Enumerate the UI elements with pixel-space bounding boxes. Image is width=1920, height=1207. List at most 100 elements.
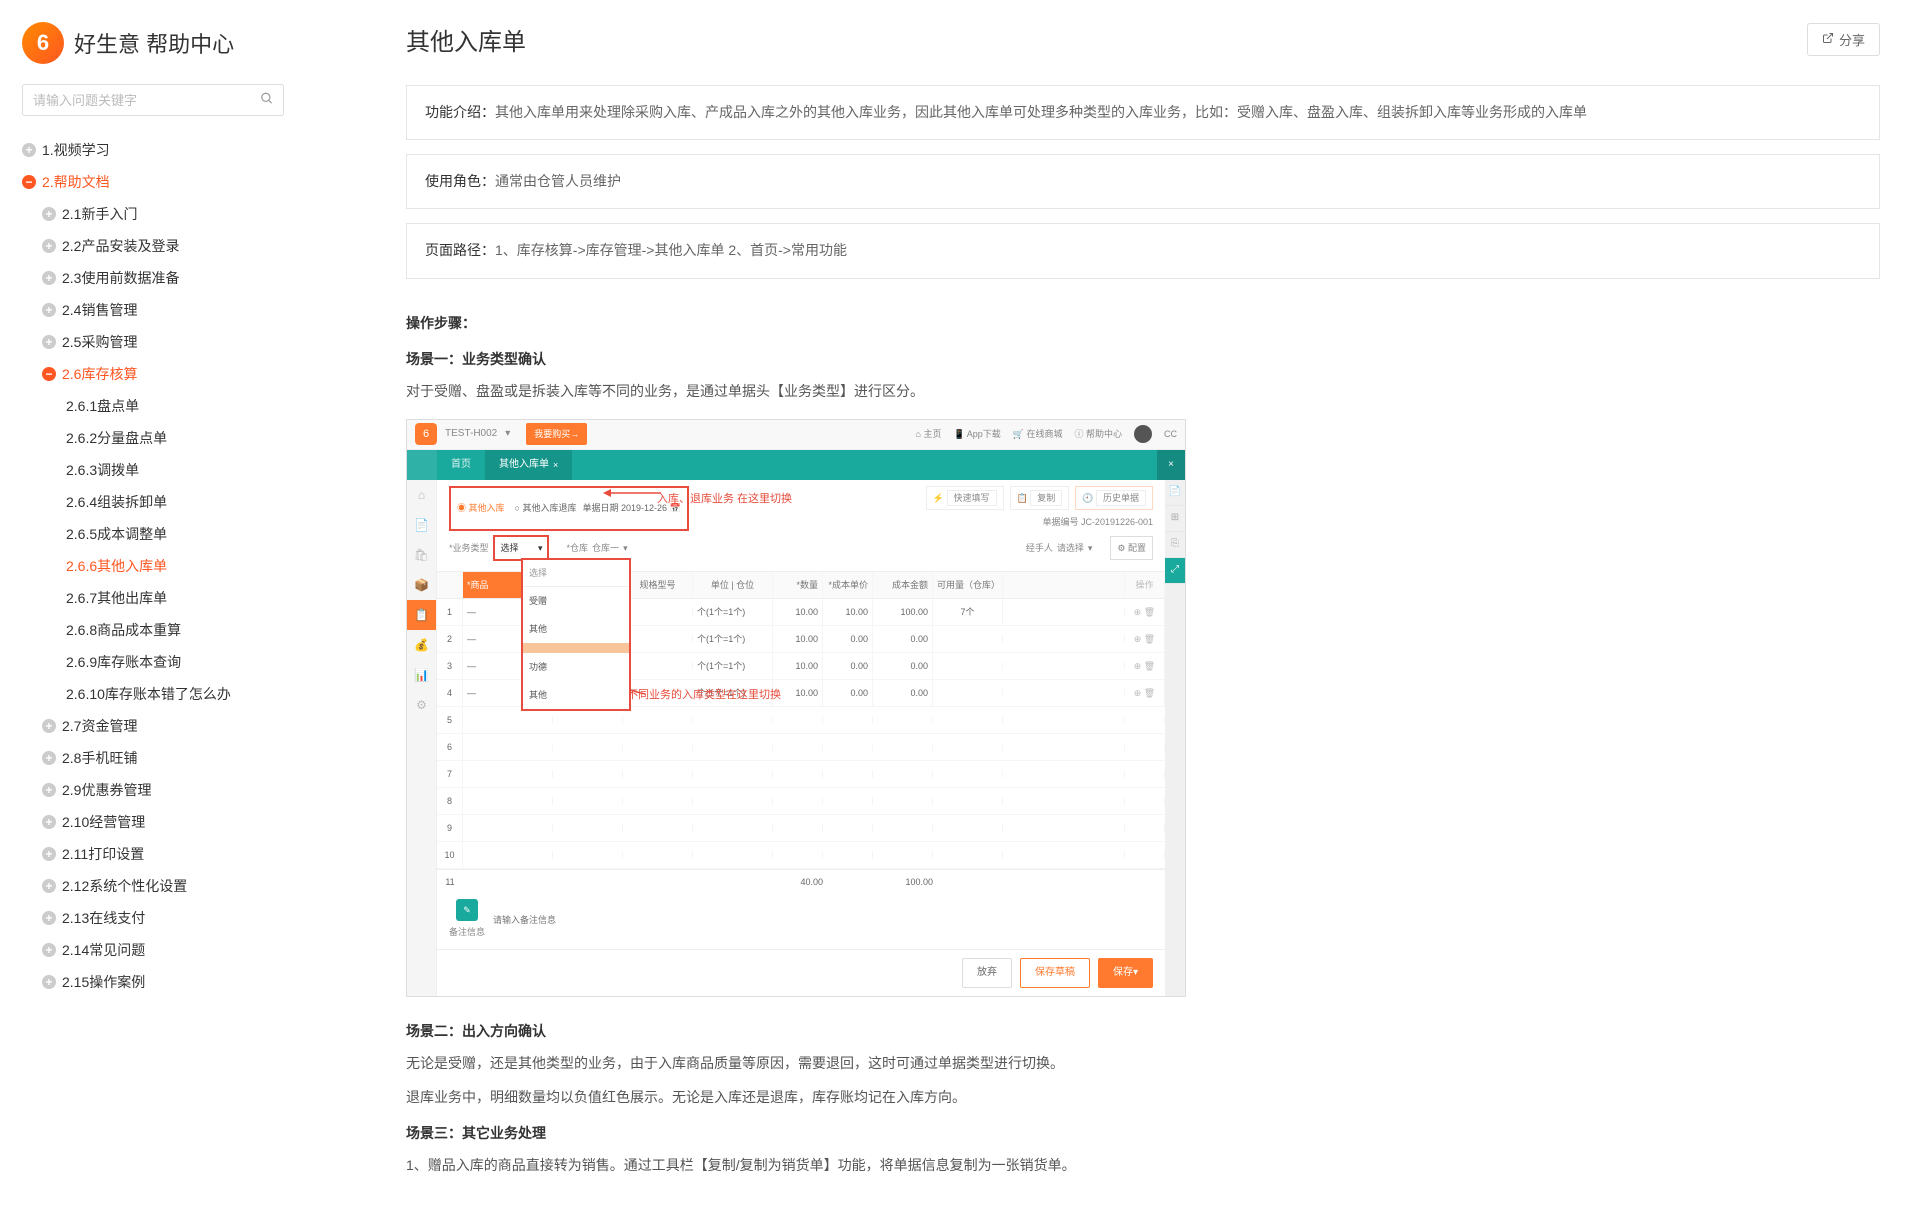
arrow-icon: ▾ (505, 424, 510, 444)
nav-leaf[interactable]: 2.6.7其他出库单 (66, 582, 284, 614)
nav-item[interactable]: +2.10经营管理 (42, 806, 284, 838)
shot-btn-cancel: 放弃 (962, 958, 1012, 988)
nav-label: 2.1新手入门 (62, 204, 137, 224)
nav-item[interactable]: −2.帮助文档 (22, 166, 284, 198)
th-amt: 成本金额 (873, 572, 933, 598)
nav-item[interactable]: +2.12系统个性化设置 (42, 870, 284, 902)
nav-item[interactable]: +2.7资金管理 (42, 710, 284, 742)
nav-item[interactable]: +2.15操作案例 (42, 966, 284, 998)
menu-icon-active: 📋 (407, 600, 436, 630)
scene1-title: 场景一：业务类型确认 (406, 345, 1880, 373)
th-op: 操作 (1125, 572, 1165, 598)
expand-icon: + (42, 207, 56, 221)
shot-user: CC (1164, 425, 1177, 443)
nav-item[interactable]: +2.13在线支付 (42, 902, 284, 934)
nav-item[interactable]: +2.3使用前数据准备 (42, 262, 284, 294)
nav-item[interactable]: +2.8手机旺铺 (42, 742, 284, 774)
site-title: 好生意 帮助中心 (74, 27, 234, 59)
nav-label: 2.10经营管理 (62, 812, 145, 832)
expand-icon: + (42, 911, 56, 925)
nav-item[interactable]: +2.2产品安装及登录 (42, 230, 284, 262)
shot-tabs: 首页 其他入库单 × × (407, 450, 1185, 480)
shot-footer: 放弃 保存草稿 保存▾ (437, 949, 1165, 996)
search-input[interactable] (22, 84, 284, 116)
role-text: 通常由仓管人员维护 (495, 173, 621, 189)
nav-item[interactable]: +2.1新手入门 (42, 198, 284, 230)
logo-area: 6 好生意 帮助中心 (22, 22, 284, 64)
shot-avatar-icon (1134, 425, 1152, 443)
shot-tab-home: 首页 (437, 450, 485, 480)
nav-leaf[interactable]: 2.6.3调拨单 (66, 454, 284, 486)
nav-label: 2.5采购管理 (62, 332, 137, 352)
scene3-text: 1、赠品入库的商品直接转为销售。通过工具栏【复制/复制为销货单】功能，将单据信息… (406, 1151, 1880, 1179)
menu-icon: ⚙ (407, 690, 436, 720)
path-box: 页面路径：1、库存核算->库存管理->其他入库单 2、首页->常用功能 (406, 223, 1880, 278)
nav-label: 1.视频学习 (42, 140, 110, 160)
nav-leaf[interactable]: 2.6.2分量盘点单 (66, 422, 284, 454)
shot-remark-input (493, 915, 1153, 925)
th-spec: 规格型号 (623, 572, 693, 598)
table-row: 7 (437, 761, 1165, 788)
logo-icon: 6 (22, 22, 64, 64)
table-row: 10 (437, 842, 1165, 869)
nav-label: 2.15操作案例 (62, 972, 145, 992)
steps-label: 操作步骤： (406, 309, 1880, 337)
expand-icon: + (42, 847, 56, 861)
scene3-title: 场景三：其它业务处理 (406, 1119, 1880, 1147)
path-text: 1、库存核算->库存管理->其他入库单 2、首页->常用功能 (495, 242, 847, 258)
shot-rightbar: 📄 ⊞ ⎘ ⤢ (1165, 480, 1185, 996)
expand-icon: + (22, 143, 36, 157)
nav-leaf[interactable]: 2.6.6其他入库单 (66, 550, 284, 582)
page-header: 其他入库单 分享 (406, 22, 1880, 57)
nav-item[interactable]: +1.视频学习 (22, 134, 284, 166)
nav-item[interactable]: +2.14常见问题 (42, 934, 284, 966)
scene1-text: 对于受赠、盘盈或是拆装入库等不同的业务，是通过单据头【业务类型】进行区分。 (406, 377, 1880, 405)
expand-icon: + (42, 719, 56, 733)
shot-maker-val: 请选择 (1057, 539, 1084, 557)
shot-dd-item: 其他 (523, 615, 629, 643)
nav-leaf[interactable]: 2.6.4组装拆卸单 (66, 486, 284, 518)
nav-leaf[interactable]: 2.6.9库存账本查询 (66, 646, 284, 678)
menu-icon: 💰 (407, 630, 436, 660)
nav-leaf[interactable]: 2.6.5成本调整单 (66, 518, 284, 550)
expand-icon: + (42, 271, 56, 285)
expand-icon: + (42, 239, 56, 253)
nav-label: 2.12系统个性化设置 (62, 876, 187, 896)
nav-item[interactable]: +2.9优惠券管理 (42, 774, 284, 806)
expand-icon: + (42, 335, 56, 349)
total-qty: 40.00 (773, 873, 823, 891)
shot-link-home: ⌂ 主页 (916, 425, 942, 443)
shot-dd-item: 受赠 (523, 587, 629, 615)
shot-dd-item (523, 643, 629, 653)
scene2-title: 场景二：出入方向确认 (406, 1017, 1880, 1045)
nav-item[interactable]: +2.4销售管理 (42, 294, 284, 326)
shot-tab-active: 其他入库单 × (485, 450, 572, 480)
nav-leaf[interactable]: 2.6.10库存账本错了怎么办 (66, 678, 284, 710)
shot-dd-head: 选择 (523, 560, 629, 587)
table-row: 6 (437, 734, 1165, 761)
shot-doc-type-2: ○ 其他入库退库 (515, 499, 577, 517)
expand-icon: + (42, 975, 56, 989)
nav-leaf[interactable]: 2.6.1盘点单 (66, 390, 284, 422)
menu-icon: ⌂ (407, 480, 436, 510)
nav-item[interactable]: −2.6库存核算 (42, 358, 284, 390)
collapse-icon: − (22, 175, 36, 189)
expand-icon: + (42, 879, 56, 893)
role-box: 使用角色：通常由仓管人员维护 (406, 154, 1880, 209)
nav-leaf[interactable]: 2.6.8商品成本重算 (66, 614, 284, 646)
remark-icon: ✎ (456, 899, 478, 921)
nav-label: 2.帮助文档 (42, 172, 110, 192)
nav-item[interactable]: +2.11打印设置 (42, 838, 284, 870)
nav-item[interactable]: +2.5采购管理 (42, 326, 284, 358)
nav-label: 2.8手机旺铺 (62, 748, 137, 768)
chevron-down-icon: ▾ (538, 539, 543, 557)
shot-topbar: 6 TEST-H002 ▾ 我要购买→ ⌂ 主页 📱 App下载 🛒 在线商城 … (407, 420, 1185, 450)
search-icon[interactable] (260, 92, 274, 109)
share-button[interactable]: 分享 (1807, 23, 1880, 56)
nav-label: 2.13在线支付 (62, 908, 145, 928)
shot-btn-save: 保存▾ (1098, 958, 1153, 988)
close-all-icon: × (1157, 450, 1185, 480)
intro-label: 功能介绍： (425, 104, 495, 120)
shot-link-help: ⓘ 帮助中心 (1074, 425, 1122, 443)
content-body: 操作步骤： 场景一：业务类型确认 对于受赠、盘盈或是拆装入库等不同的业务，是通过… (406, 293, 1880, 1179)
